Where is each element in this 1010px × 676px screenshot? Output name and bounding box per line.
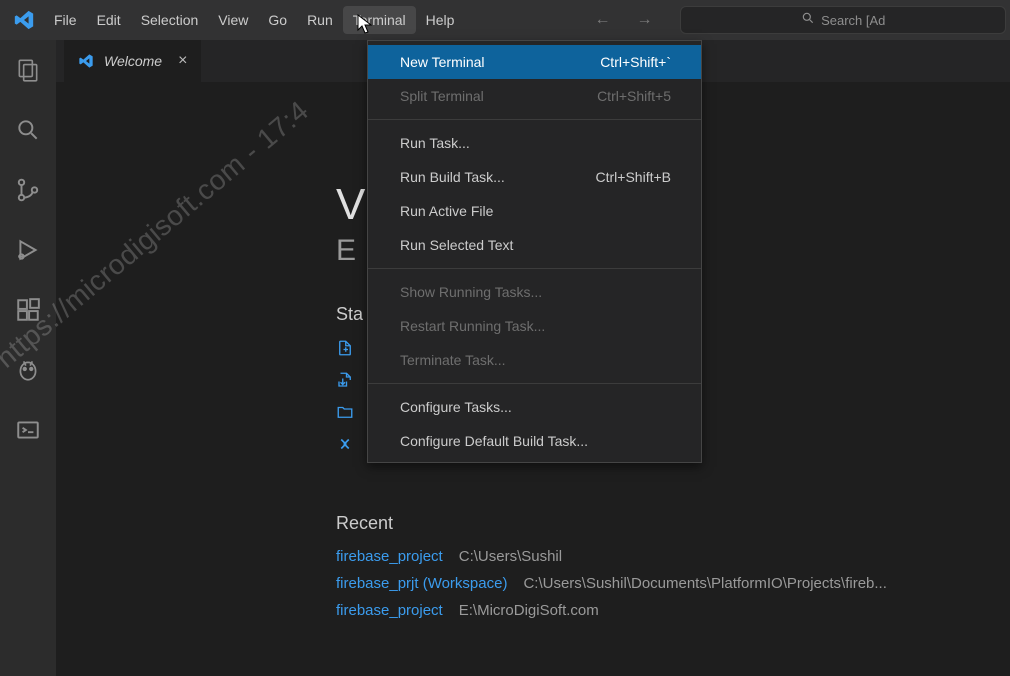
menu-item-run-active-file[interactable]: Run Active File	[368, 194, 701, 228]
nav-arrows: ← →	[594, 11, 652, 29]
extensions-icon[interactable]	[14, 296, 42, 324]
menu-item-configure-tasks[interactable]: Configure Tasks...	[368, 390, 701, 424]
menu-item-terminal[interactable]: Terminal	[343, 6, 416, 34]
menubar: FileEditSelectionViewGoRunTerminalHelp	[44, 0, 464, 40]
menu-item-label: Show Running Tasks...	[400, 284, 542, 300]
menu-item-split-terminal: Split Terminal Ctrl+Shift+5	[368, 79, 701, 113]
activity-bar	[0, 40, 56, 676]
terminal-panel-icon[interactable]	[14, 416, 42, 444]
menu-item-label: Restart Running Task...	[400, 318, 545, 334]
menu-item-run-task[interactable]: Run Task...	[368, 126, 701, 160]
menu-separator	[368, 383, 701, 384]
search-sidebar-icon[interactable]	[14, 116, 42, 144]
menu-item-run-selected-text[interactable]: Run Selected Text	[368, 228, 701, 262]
remote-icon	[336, 435, 356, 453]
command-center-search[interactable]: Search [Ad	[680, 6, 1006, 34]
menu-separator	[368, 119, 701, 120]
recent-list: firebase_projectC:\Users\Sushilfirebase_…	[336, 548, 990, 619]
folder-icon	[336, 403, 356, 421]
menu-item-file[interactable]: File	[44, 6, 87, 34]
vscode-logo-icon	[12, 8, 36, 32]
close-icon[interactable]: ×	[178, 52, 187, 70]
platformio-icon[interactable]	[14, 356, 42, 384]
mouse-cursor-icon	[357, 14, 373, 36]
recent-name[interactable]: firebase_prjt (Workspace)	[336, 575, 507, 592]
search-placeholder: Search [Ad	[821, 13, 885, 28]
menu-item-terminate-task: Terminate Task...	[368, 343, 701, 377]
menu-item-label: Run Task...	[400, 135, 470, 151]
tab-label: Welcome	[104, 53, 162, 69]
menu-item-run-build-task[interactable]: Run Build Task... Ctrl+Shift+B	[368, 160, 701, 194]
search-icon	[801, 11, 815, 30]
menu-item-shortcut: Ctrl+Shift+5	[597, 88, 671, 104]
menu-item-label: Configure Tasks...	[400, 399, 512, 415]
recent-item: firebase_project E:\MicroDigiSoft.com	[336, 602, 990, 619]
menu-item-label: Run Selected Text	[400, 237, 513, 253]
new-file-icon	[336, 339, 356, 357]
menu-item-label: Configure Default Build Task...	[400, 433, 588, 449]
recent-path: C:\Users\Sushil	[459, 548, 562, 565]
recent-path: C:\Users\Sushil\Documents\PlatformIO\Pro…	[523, 575, 886, 592]
recent-path: E:\MicroDigiSoft.com	[459, 602, 599, 619]
menu-item-label: Split Terminal	[400, 88, 484, 104]
titlebar: FileEditSelectionViewGoRunTerminalHelp ←…	[0, 0, 1010, 40]
menu-item-restart-running-task: Restart Running Task...	[368, 309, 701, 343]
menu-item-view[interactable]: View	[208, 6, 258, 34]
terminal-menu-dropdown[interactable]: New Terminal Ctrl+Shift+` Split Terminal Ct…	[367, 40, 702, 463]
menu-item-configure-default-build-task[interactable]: Configure Default Build Task...	[368, 424, 701, 458]
menu-item-shortcut: Ctrl+Shift+B	[596, 169, 671, 185]
run-debug-icon[interactable]	[14, 236, 42, 264]
menu-item-edit[interactable]: Edit	[87, 6, 131, 34]
recent-name[interactable]: firebase_project	[336, 548, 443, 565]
tab-welcome[interactable]: Welcome ×	[64, 40, 201, 82]
import-icon	[336, 371, 356, 389]
menu-item-show-running-tasks: Show Running Tasks...	[368, 275, 701, 309]
recent-item: firebase_project C:\Users\Sushil	[336, 548, 990, 565]
source-control-icon[interactable]	[14, 176, 42, 204]
menu-item-shortcut: Ctrl+Shift+`	[600, 54, 671, 70]
menu-item-help[interactable]: Help	[416, 6, 465, 34]
menu-item-go[interactable]: Go	[258, 6, 297, 34]
menu-item-selection[interactable]: Selection	[131, 6, 209, 34]
menu-item-label: New Terminal	[400, 54, 485, 70]
menu-item-label: Run Build Task...	[400, 169, 505, 185]
nav-back-icon: ←	[594, 11, 610, 29]
menu-item-new-terminal[interactable]: New Terminal Ctrl+Shift+`	[368, 45, 701, 79]
menu-separator	[368, 268, 701, 269]
recent-heading: Recent	[336, 513, 990, 534]
nav-forward-icon: →	[636, 11, 652, 29]
menu-item-run[interactable]: Run	[297, 6, 343, 34]
recent-item: firebase_prjt (Workspace) C:\Users\Sushil…	[336, 575, 990, 592]
vscode-small-icon	[78, 53, 94, 69]
menu-item-label: Terminate Task...	[400, 352, 506, 368]
recent-name[interactable]: firebase_project	[336, 602, 443, 619]
menu-item-label: Run Active File	[400, 203, 493, 219]
explorer-icon[interactable]	[14, 56, 42, 84]
